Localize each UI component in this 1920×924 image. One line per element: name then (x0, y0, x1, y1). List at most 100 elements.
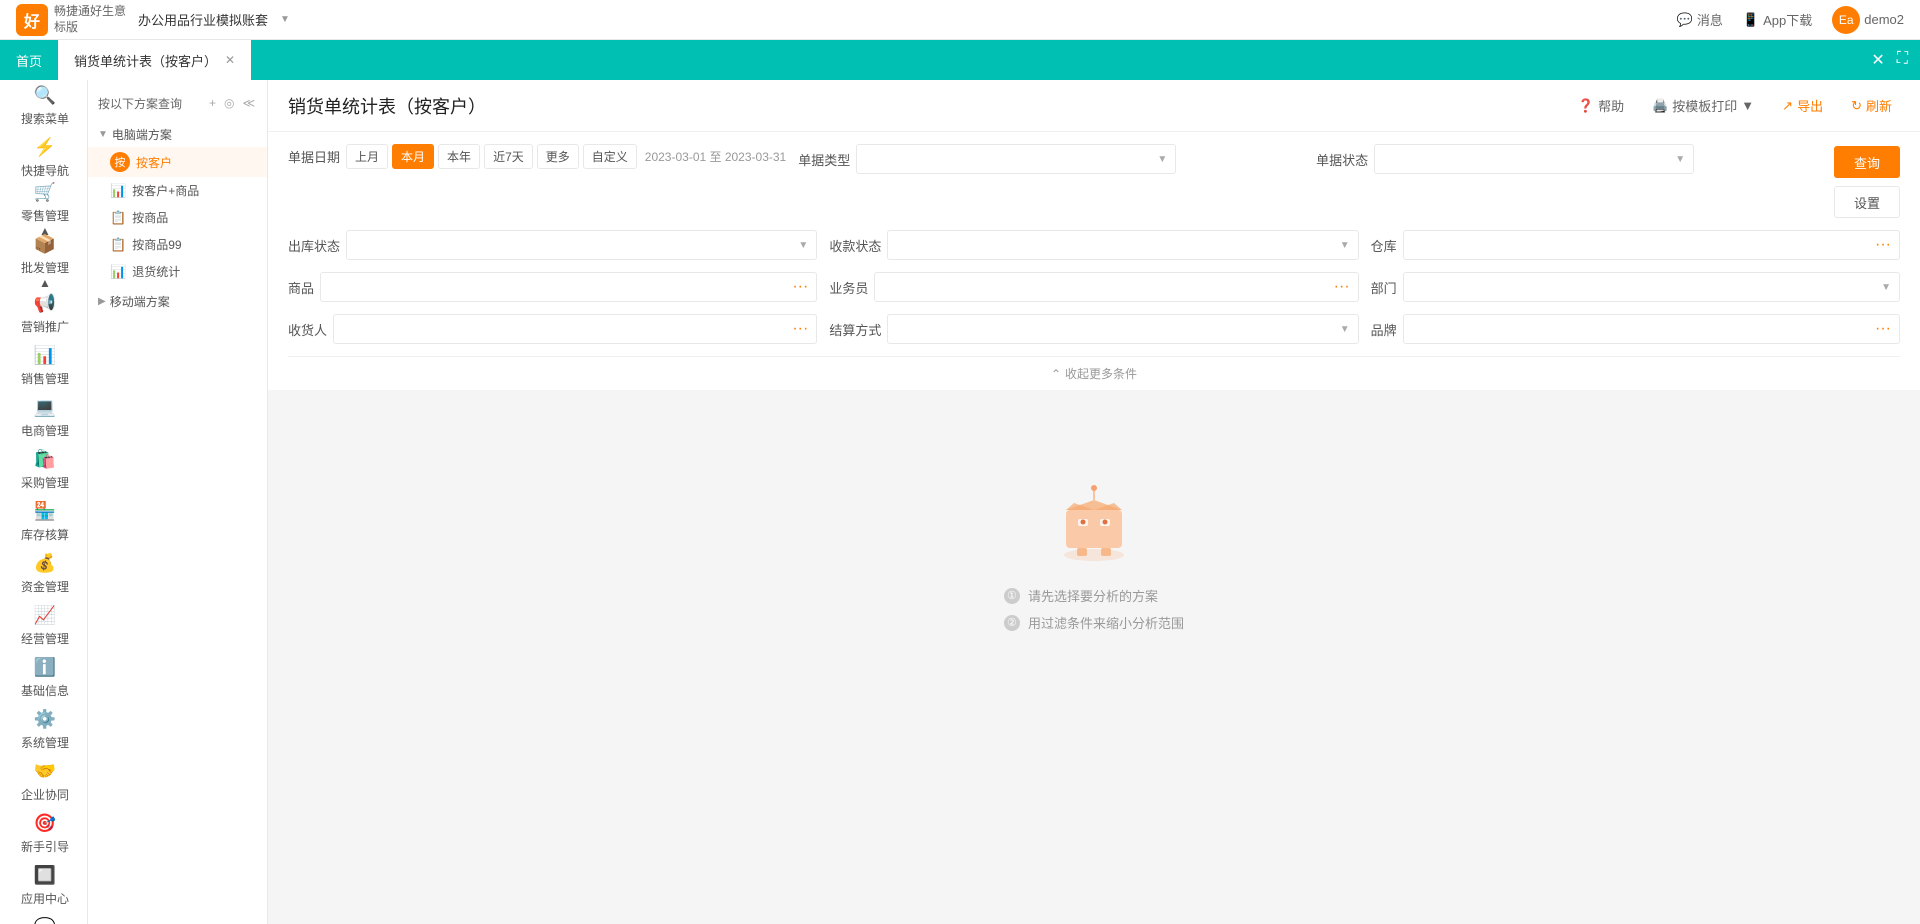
refresh-button[interactable]: ↻ 刷新 (1843, 92, 1900, 119)
sidebar-item-enterprise-collab[interactable]: 🤝 企业协同 (0, 756, 87, 808)
user-name: demo2 (1864, 12, 1904, 27)
date-label: 单据日期 (288, 147, 340, 166)
empty-tip-1: ① 请先选择要分析的方案 (1004, 586, 1184, 605)
page-title: 销货单统计表（按客户） (288, 93, 486, 119)
brand-select[interactable]: ··· (1403, 314, 1900, 344)
tab-sales-stats[interactable]: 销货单统计表（按客户） ✕ (58, 40, 251, 80)
tab-home[interactable]: 首页 (0, 40, 58, 80)
sidebar-item-search-menu[interactable]: 🔍 搜索菜单 (0, 80, 87, 132)
sidebar-item-app-center[interactable]: 🔲 应用中心 (0, 860, 87, 912)
tab-sales-stats-label: 销货单统计表（按客户） (74, 51, 217, 70)
sidebar-item-enterprise-wechat[interactable]: 💬 企业微信 (0, 912, 87, 924)
desktop-group-label: 电脑端方案 (112, 126, 172, 143)
settings-button[interactable]: 设置 (1834, 186, 1900, 218)
export-button[interactable]: ↗ 导出 (1774, 92, 1831, 119)
search-menu-label: 搜索菜单 (21, 110, 69, 127)
inventory-icon: 🏪 (34, 501, 56, 522)
date-btn-more[interactable]: 更多 (537, 144, 579, 169)
app-download-button[interactable]: 📱 App下载 (1743, 10, 1812, 29)
panel-add-button[interactable]: + (207, 94, 218, 112)
ecommerce-label: 电商管理 (21, 422, 69, 439)
warehouse-select[interactable]: ··· (1403, 230, 1900, 260)
sidebar-item-system[interactable]: ⚙️ 系统管理 (0, 704, 87, 756)
product-select[interactable]: ··· (320, 272, 817, 302)
scheme-item-by-product-99[interactable]: 📋 按商品99 (88, 231, 267, 258)
help-icon: ❓ (1578, 98, 1594, 114)
app-title-dropdown[interactable]: ▼ (280, 14, 290, 25)
doc-type-filter: 单据类型 ▼ (798, 144, 1304, 174)
tab-close-window-icon[interactable]: ✕ (1871, 50, 1884, 70)
sidebar-item-purchase[interactable]: 🛍️ 采购管理 (0, 444, 87, 496)
tab-close-button[interactable]: ✕ (225, 53, 235, 67)
salesperson-select[interactable]: ··· (874, 272, 1358, 302)
basic-info-icon: ℹ️ (34, 657, 56, 678)
panel-settings-button[interactable]: ◎ (222, 94, 236, 112)
user-profile[interactable]: Ea demo2 (1832, 6, 1904, 34)
by-customer-product-label: 按客户+商品 (132, 182, 199, 199)
sidebar-item-sales-mgmt[interactable]: 📊 销售管理 (0, 340, 87, 392)
logo-text: 畅捷通好生意标版 (54, 4, 126, 35)
basic-info-label: 基础信息 (21, 682, 69, 699)
consignee-select[interactable]: ··· (333, 314, 817, 344)
doc-status-select[interactable]: ▼ (1374, 144, 1694, 174)
sidebar-item-basic-info[interactable]: ℹ️ 基础信息 (0, 652, 87, 704)
quick-nav-label: 快捷导航 (21, 162, 69, 179)
date-range-buttons: 上月 本月 本年 近7天 更多 自定义 2023-03-01 至 2023-03… (346, 144, 786, 169)
new-guide-icon: 🎯 (34, 813, 56, 834)
scheme-item-return-stats[interactable]: 📊 退货统计 (88, 258, 267, 285)
sidebar-item-new-guide[interactable]: 🎯 新手引导 (0, 808, 87, 860)
scheme-item-by-customer-product[interactable]: 📊 按客户+商品 (88, 177, 267, 204)
receipt-status-select[interactable]: ▼ (887, 230, 1358, 260)
date-btn-this-month[interactable]: 本月 (392, 144, 434, 169)
print-button[interactable]: 🖨️ 按模板打印 ▼ (1644, 92, 1762, 119)
panel-collapse-button[interactable]: ≪ (240, 94, 257, 112)
brand-dots: ··· (1875, 320, 1891, 338)
tip-num-1: ① (1004, 588, 1020, 604)
refresh-icon: ↻ (1851, 98, 1862, 114)
query-button[interactable]: 查询 (1834, 146, 1900, 178)
date-btn-custom[interactable]: 自定义 (583, 144, 637, 169)
scheme-group-mobile-title[interactable]: ▶ 移动端方案 (88, 289, 267, 314)
logo-area: 好 畅捷通好生意标版 (16, 4, 126, 36)
department-select[interactable]: ▼ (1403, 272, 1900, 302)
date-filter: 单据日期 上月 本月 本年 近7天 更多 自定义 2023-03-01 至 20… (288, 144, 786, 169)
tip-text-2: 用过滤条件来缩小分析范围 (1028, 613, 1184, 632)
scheme-group-desktop-title[interactable]: ▼ 电脑端方案 (88, 122, 267, 147)
scheme-item-by-product[interactable]: 📋 按商品 (88, 204, 267, 231)
panel-header: 按以下方案查询 + ◎ ≪ (88, 88, 267, 118)
brand-label: 品牌 (1371, 320, 1397, 339)
collapse-bar[interactable]: ⌃ 收起更多条件 (288, 356, 1900, 390)
doc-status-filter: 单据状态 ▼ (1316, 144, 1822, 174)
filter-row-3: 商品 ··· 业务员 ··· (288, 272, 1900, 302)
filter-row-4: 收货人 ··· 结算方式 ▼ (288, 314, 1900, 344)
out-status-select[interactable]: ▼ (346, 230, 817, 260)
out-status-label: 出库状态 (288, 236, 340, 255)
sidebar-item-marketing[interactable]: 📢 营销推广 (0, 288, 87, 340)
refresh-label: 刷新 (1866, 96, 1892, 115)
page-actions: ❓ 帮助 🖨️ 按模板打印 ▼ ↗ 导出 (1570, 92, 1900, 119)
date-btn-7days[interactable]: 近7天 (484, 144, 533, 169)
warehouse-filter: 仓库 ··· (1371, 230, 1900, 260)
sidebar-item-retail-mgmt[interactable]: 🛒 零售管理 ▲ (0, 184, 87, 236)
doc-status-arrow: ▼ (1675, 154, 1685, 165)
sidebar-item-finance[interactable]: 💰 资金管理 (0, 548, 87, 600)
return-stats-label: 退货统计 (132, 263, 180, 280)
sidebar-item-ecommerce[interactable]: 💻 电商管理 (0, 392, 87, 444)
date-btn-last-month[interactable]: 上月 (346, 144, 388, 169)
scheme-item-by-customer[interactable]: 按 按客户 (88, 147, 267, 177)
doc-status-label: 单据状态 (1316, 150, 1368, 169)
doc-type-select[interactable]: ▼ (856, 144, 1176, 174)
sidebar-item-quick-nav[interactable]: ⚡ 快捷导航 (0, 132, 87, 184)
payment-select[interactable]: ▼ (887, 314, 1358, 344)
message-button[interactable]: 💬 消息 (1677, 10, 1723, 29)
help-button[interactable]: ❓ 帮助 (1570, 92, 1632, 119)
collapse-icon: ⌃ (1051, 367, 1061, 381)
sidebar-item-operation[interactable]: 📈 经营管理 (0, 600, 87, 652)
salesperson-label: 业务员 (829, 278, 868, 297)
sidebar-item-inventory[interactable]: 🏪 库存核算 (0, 496, 87, 548)
tab-expand-icon[interactable]: ⛶ (1897, 50, 1908, 70)
sidebar-item-wholesale-mgmt[interactable]: 📦 批发管理 ▲ (0, 236, 87, 288)
system-icon: ⚙️ (34, 709, 56, 730)
receipt-status-label: 收款状态 (829, 236, 881, 255)
date-btn-this-year[interactable]: 本年 (438, 144, 480, 169)
